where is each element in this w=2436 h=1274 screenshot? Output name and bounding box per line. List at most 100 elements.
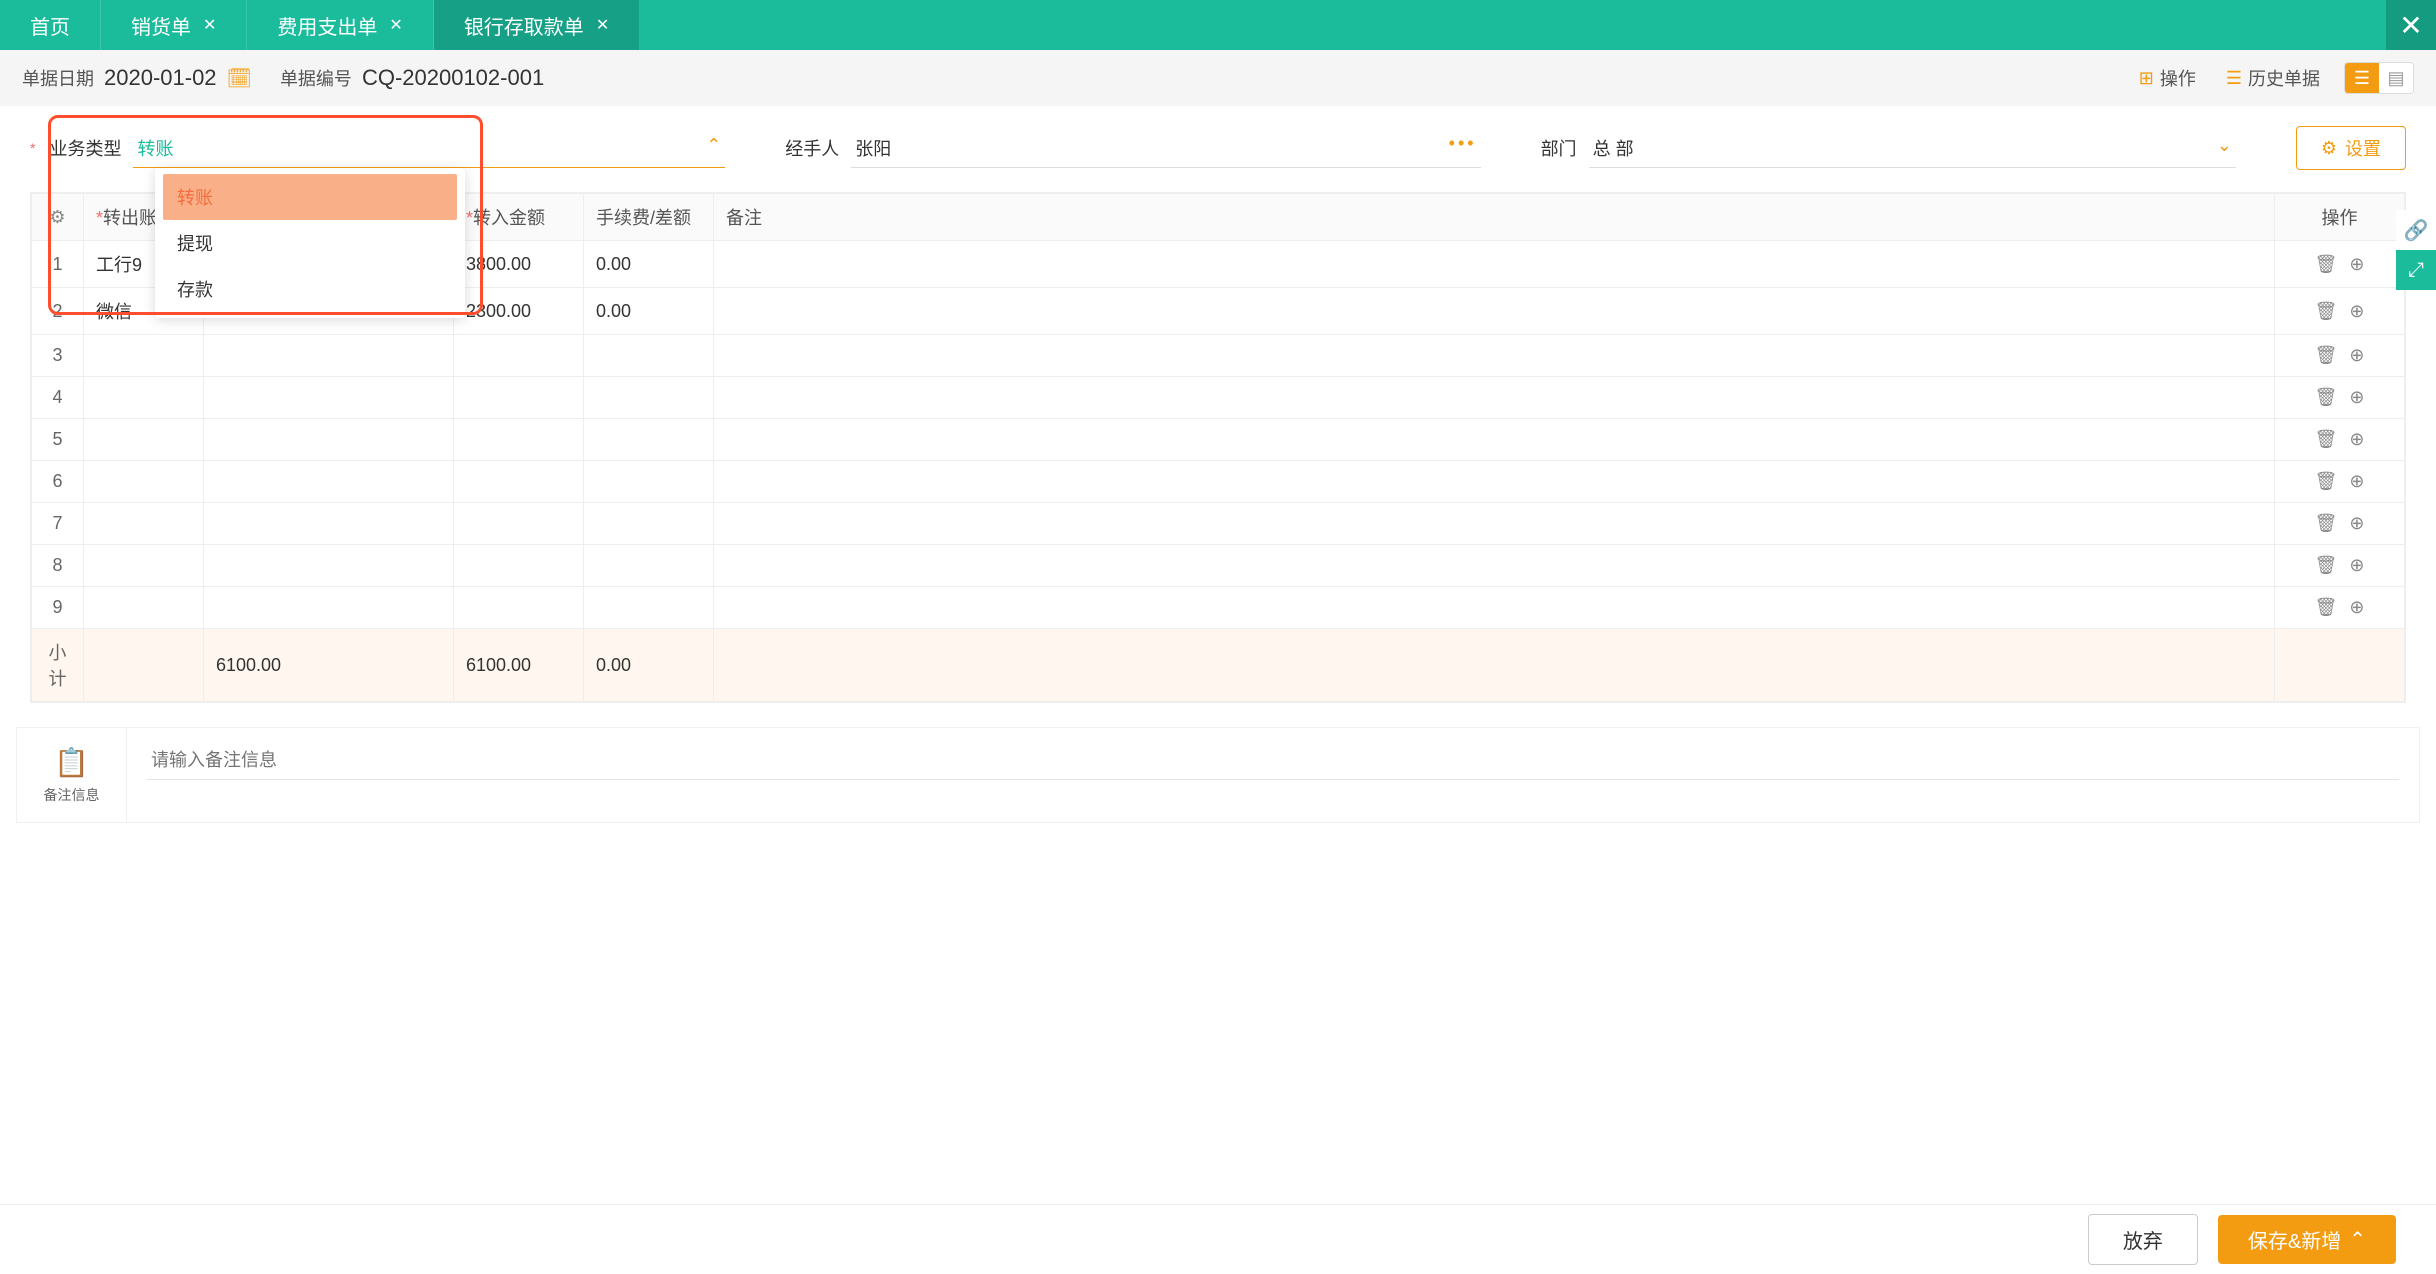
calendar-icon[interactable]: 🗓 bbox=[227, 66, 252, 91]
cell-fee[interactable] bbox=[584, 335, 714, 377]
cell-out-acct[interactable] bbox=[84, 335, 204, 377]
save-and-add-button[interactable]: 保存&新增 ⌃ bbox=[2218, 1215, 2396, 1264]
date-value[interactable]: 2020-01-02 bbox=[104, 65, 217, 91]
cell-blank[interactable] bbox=[204, 419, 454, 461]
cell-out-acct[interactable] bbox=[84, 377, 204, 419]
cell-remark[interactable] bbox=[714, 419, 2275, 461]
table-row[interactable]: 6🗑⊕ bbox=[32, 461, 2405, 503]
biz-type-select[interactable]: 转账 ⌃ bbox=[133, 129, 725, 168]
cell-fee[interactable] bbox=[584, 545, 714, 587]
view-list-icon[interactable]: ☰ bbox=[2345, 63, 2379, 93]
add-row-icon[interactable]: ⊕ bbox=[2349, 387, 2364, 407]
dropdown-option-transfer[interactable]: 转账 bbox=[163, 174, 457, 220]
cell-in-amount[interactable] bbox=[454, 419, 584, 461]
cell-in-amount[interactable] bbox=[454, 545, 584, 587]
delete-icon[interactable]: 🗑 bbox=[2315, 254, 2338, 274]
cell-blank[interactable] bbox=[204, 587, 454, 629]
table-row[interactable]: 8 🗑 ⊕ bbox=[32, 545, 2405, 587]
cell-remark[interactable] bbox=[714, 335, 2275, 377]
tab-bank-transfer[interactable]: 银行存取款单 ✕ bbox=[434, 0, 640, 50]
add-row-icon[interactable]: ⊕ bbox=[2349, 301, 2364, 321]
cell-in-amount[interactable]: 2300.00 bbox=[454, 288, 584, 335]
cell-fee[interactable] bbox=[584, 419, 714, 461]
cell-fee[interactable]: 0.00 bbox=[584, 241, 714, 288]
delete-icon[interactable]: 🗑 bbox=[2315, 555, 2338, 575]
cell-remark[interactable] bbox=[714, 461, 2275, 503]
cell-remark[interactable] bbox=[714, 288, 2275, 335]
add-row-icon[interactable]: ⊕ bbox=[2349, 513, 2364, 533]
add-row-icon[interactable]: ⊕ bbox=[2349, 429, 2364, 449]
cell-out-acct[interactable] bbox=[84, 587, 204, 629]
close-icon[interactable]: ✕ bbox=[389, 15, 402, 35]
cell-in-amount[interactable] bbox=[454, 377, 584, 419]
close-panel-button[interactable]: ✕ bbox=[2386, 0, 2436, 50]
cell-fee[interactable] bbox=[584, 377, 714, 419]
cell-in-amount[interactable] bbox=[454, 461, 584, 503]
cell-fee[interactable] bbox=[584, 503, 714, 545]
cell-blank[interactable] bbox=[204, 335, 454, 377]
cell-remark[interactable] bbox=[714, 545, 2275, 587]
cell-in-amount[interactable] bbox=[454, 503, 584, 545]
delete-icon[interactable]: 🗑 bbox=[2315, 597, 2338, 617]
history-button[interactable]: ☰ 历史单据 bbox=[2226, 65, 2320, 91]
table-row[interactable]: 4🗑⊕ bbox=[32, 377, 2405, 419]
handler-input[interactable]: 张阳 ••• bbox=[851, 129, 1480, 168]
delete-icon[interactable]: 🗑 bbox=[2315, 387, 2338, 407]
cell-out-acct[interactable] bbox=[84, 461, 204, 503]
cell-blank[interactable] bbox=[204, 503, 454, 545]
delete-icon[interactable]: 🗑 bbox=[2315, 345, 2338, 365]
view-compact-icon[interactable]: ▤ bbox=[2379, 63, 2413, 93]
add-row-icon[interactable]: ⊕ bbox=[2349, 471, 2364, 491]
dropdown-option-withdraw[interactable]: 提现 bbox=[163, 220, 457, 266]
delete-icon[interactable]: 🗑 bbox=[2315, 301, 2338, 321]
remark-input[interactable] bbox=[147, 742, 2399, 780]
link-icon[interactable]: 🔗 bbox=[2396, 210, 2436, 250]
dept-select[interactable]: 总 部 ⌄ bbox=[1589, 129, 2236, 168]
cell-in-amount[interactable] bbox=[454, 335, 584, 377]
handler-label: 经手人 bbox=[785, 135, 839, 161]
actions-menu[interactable]: ⊞ 操作 bbox=[2139, 65, 2196, 91]
close-icon[interactable]: ✕ bbox=[203, 15, 216, 35]
row-number: 8 bbox=[32, 545, 84, 587]
cell-blank[interactable] bbox=[204, 377, 454, 419]
more-icon[interactable]: ••• bbox=[1449, 133, 1477, 154]
delete-icon[interactable]: 🗑 bbox=[2315, 471, 2338, 491]
dept-value: 总 部 bbox=[1593, 139, 1634, 159]
add-row-icon[interactable]: ⊕ bbox=[2349, 345, 2364, 365]
subtotal-label: 小计 bbox=[32, 629, 84, 702]
dropdown-option-deposit[interactable]: 存款 bbox=[163, 266, 457, 312]
cell-remark[interactable] bbox=[714, 587, 2275, 629]
cell-remark[interactable] bbox=[714, 241, 2275, 288]
add-row-icon[interactable]: ⊕ bbox=[2349, 597, 2364, 617]
table-row[interactable]: 7🗑⊕ bbox=[32, 503, 2405, 545]
table-row[interactable]: 9🗑⊕ bbox=[32, 587, 2405, 629]
expand-icon[interactable]: ⤢ bbox=[2396, 250, 2436, 290]
cell-out-acct[interactable] bbox=[84, 419, 204, 461]
cell-out-acct[interactable] bbox=[84, 545, 204, 587]
cell-fee[interactable]: 0.00 bbox=[584, 288, 714, 335]
col-in-amount: *转入金额 bbox=[454, 194, 584, 241]
discard-button[interactable]: 放弃 bbox=[2088, 1214, 2198, 1265]
table-settings-icon[interactable]: ⚙ bbox=[32, 194, 84, 241]
add-row-icon[interactable]: ⊕ bbox=[2349, 254, 2364, 274]
table-row[interactable]: 5🗑⊕ bbox=[32, 419, 2405, 461]
add-row-icon[interactable]: ⊕ bbox=[2349, 555, 2364, 575]
delete-icon[interactable]: 🗑 bbox=[2315, 429, 2338, 449]
close-icon[interactable]: ✕ bbox=[596, 15, 609, 35]
settings-button[interactable]: ⚙ 设置 bbox=[2296, 126, 2406, 170]
cell-blank[interactable] bbox=[204, 461, 454, 503]
list-icon: ☰ bbox=[2226, 68, 2242, 89]
delete-icon[interactable]: 🗑 bbox=[2315, 513, 2338, 533]
cell-in-amount[interactable]: 3800.00 bbox=[454, 241, 584, 288]
cell-in-amount[interactable] bbox=[454, 587, 584, 629]
cell-remark[interactable] bbox=[714, 503, 2275, 545]
cell-blank[interactable] bbox=[204, 545, 454, 587]
tab-home[interactable]: 首页 bbox=[0, 0, 101, 50]
cell-remark[interactable] bbox=[714, 377, 2275, 419]
tab-expense[interactable]: 费用支出单 ✕ bbox=[247, 0, 433, 50]
cell-out-acct[interactable] bbox=[84, 503, 204, 545]
cell-fee[interactable] bbox=[584, 461, 714, 503]
tab-sales[interactable]: 销货单 ✕ bbox=[101, 0, 247, 50]
cell-fee[interactable] bbox=[584, 587, 714, 629]
table-row[interactable]: 3🗑⊕ bbox=[32, 335, 2405, 377]
